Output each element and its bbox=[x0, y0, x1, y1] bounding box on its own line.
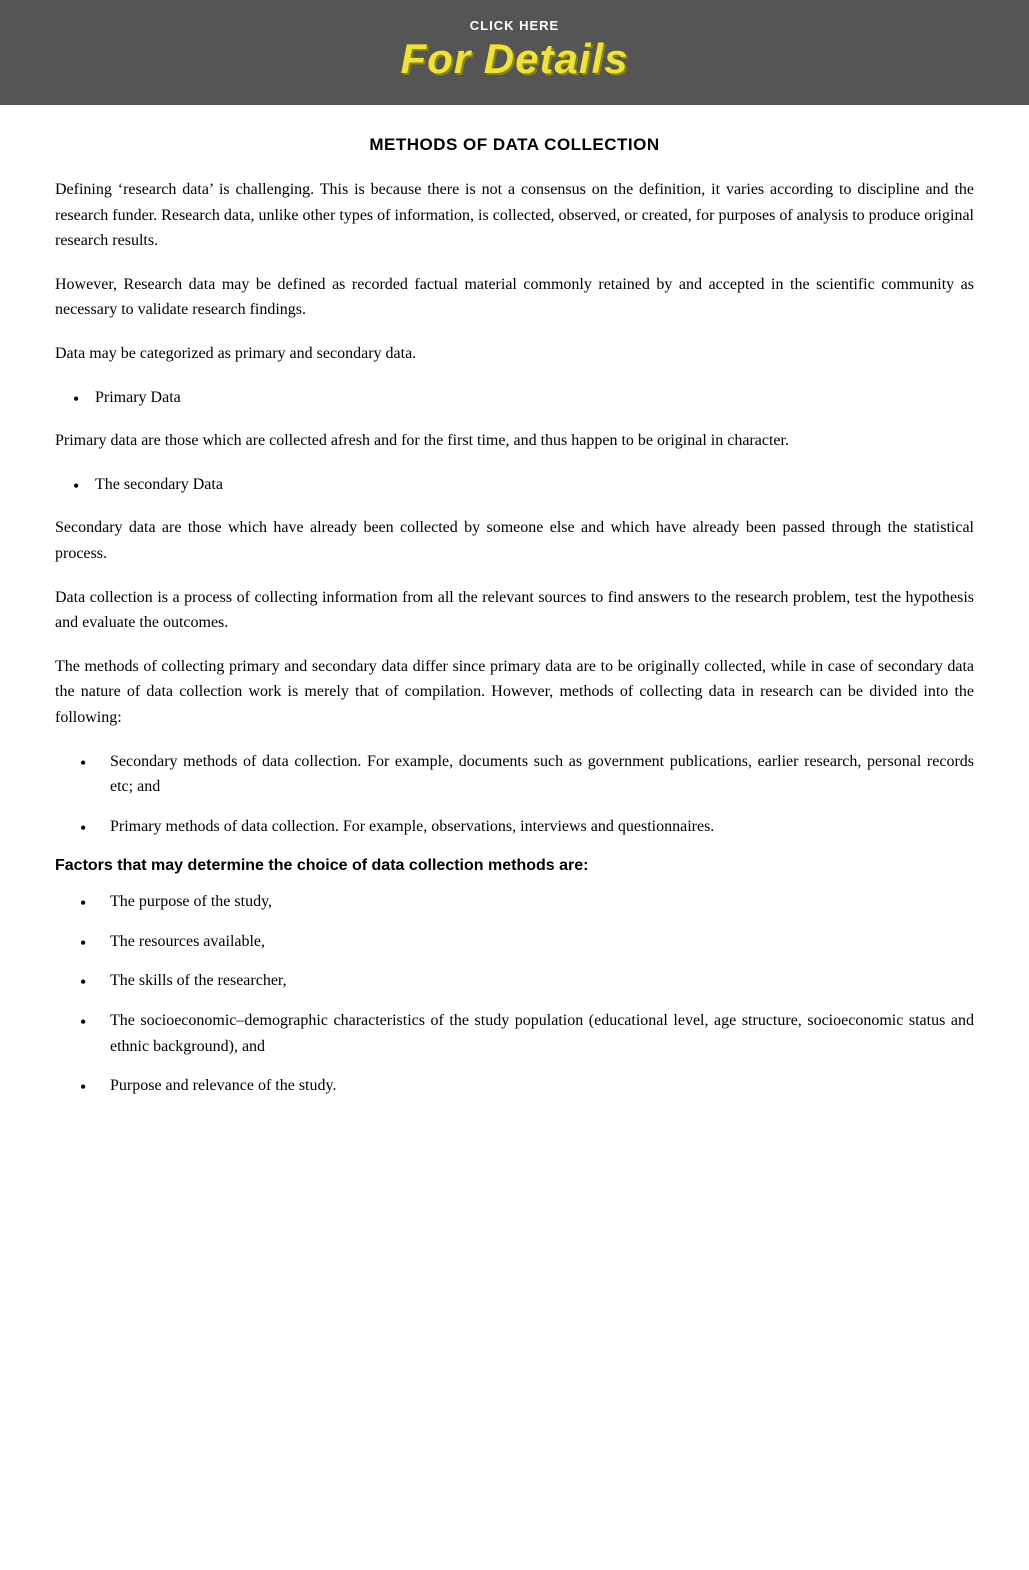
factors-heading: Factors that may determine the choice of… bbox=[55, 857, 974, 875]
secondary-data-list: The secondary Data bbox=[55, 472, 974, 498]
content-area: METHODS OF DATA COLLECTION Defining ‘res… bbox=[0, 105, 1029, 1157]
paragraph-5: Secondary data are those which have alre… bbox=[55, 515, 974, 566]
for-details-label: For Details bbox=[20, 35, 1009, 83]
list-item: Secondary methods of data collection. Fo… bbox=[55, 749, 974, 800]
main-title: METHODS OF DATA COLLECTION bbox=[55, 135, 974, 155]
paragraph-4: Primary data are those which are collect… bbox=[55, 428, 974, 454]
header-banner[interactable]: CLICK HERE For Details bbox=[0, 0, 1029, 105]
paragraph-7: The methods of collecting primary and se… bbox=[55, 654, 974, 731]
bullet-primary-data: Primary Data bbox=[55, 385, 974, 411]
paragraph-1: Defining ‘research data’ is challenging.… bbox=[55, 177, 974, 254]
primary-data-list: Primary Data bbox=[55, 385, 974, 411]
paragraph-2: However, Research data may be defined as… bbox=[55, 272, 974, 323]
list-item: The purpose of the study, bbox=[55, 889, 974, 915]
paragraph-6: Data collection is a process of collecti… bbox=[55, 585, 974, 636]
methods-list: Secondary methods of data collection. Fo… bbox=[55, 749, 974, 840]
list-item: The socioeconomic–demographic characteri… bbox=[55, 1008, 974, 1059]
list-item: Purpose and relevance of the study. bbox=[55, 1073, 974, 1099]
bullet-secondary-data: The secondary Data bbox=[55, 472, 974, 498]
paragraph-3: Data may be categorized as primary and s… bbox=[55, 341, 974, 367]
factors-list: The purpose of the study, The resources … bbox=[55, 889, 974, 1099]
click-here-label: CLICK HERE bbox=[20, 18, 1009, 33]
list-item: Primary methods of data collection. For … bbox=[55, 814, 974, 840]
list-item: The resources available, bbox=[55, 929, 974, 955]
list-item: The skills of the researcher, bbox=[55, 968, 974, 994]
